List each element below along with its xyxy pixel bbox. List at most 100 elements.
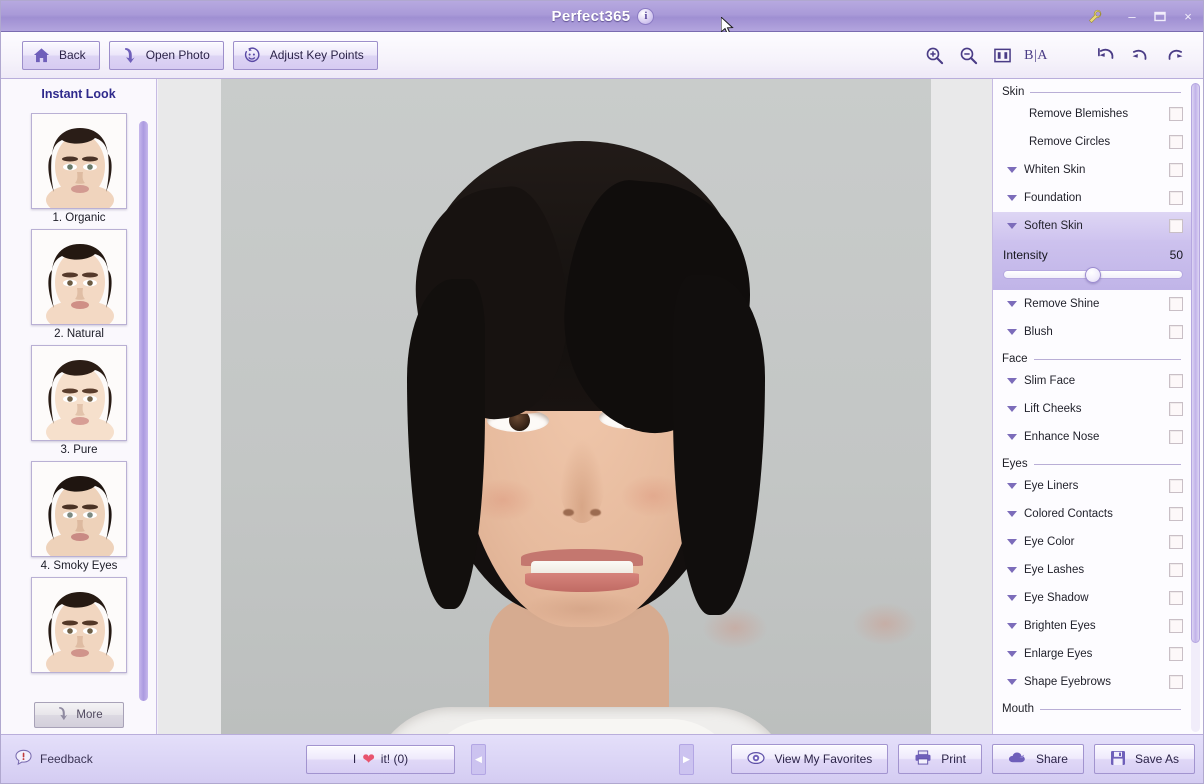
- main-toolbar: Back Open Photo Adjust Key Points B|A: [1, 32, 1203, 79]
- effect-checkbox[interactable]: [1169, 535, 1183, 549]
- effect-row[interactable]: Remove Circles: [993, 128, 1193, 156]
- instant-look-item[interactable]: 4. Smoky Eyes: [10, 461, 148, 572]
- effect-row[interactable]: Slim Face: [993, 367, 1193, 395]
- before-after-icon[interactable]: B|A: [1019, 41, 1053, 71]
- effect-checkbox[interactable]: [1169, 163, 1183, 177]
- feedback-button[interactable]: Feedback: [15, 749, 93, 769]
- effect-checkbox[interactable]: [1169, 107, 1183, 121]
- instant-look-item[interactable]: [10, 577, 148, 673]
- effect-row[interactable]: Lift Cheeks: [993, 395, 1193, 423]
- effect-checkbox[interactable]: [1169, 647, 1183, 661]
- instant-look-thumbnail[interactable]: [31, 461, 127, 557]
- undo-icon[interactable]: [1123, 41, 1157, 71]
- effect-checkbox[interactable]: [1169, 297, 1183, 311]
- effect-row[interactable]: Colored Contacts: [993, 500, 1193, 528]
- expand-triangle-icon[interactable]: [1007, 595, 1017, 601]
- expand-triangle-icon[interactable]: [1007, 301, 1017, 307]
- sidebar-scrollbar[interactable]: [139, 121, 148, 701]
- collapse-left-icon[interactable]: ◀: [471, 743, 486, 775]
- expand-triangle-icon[interactable]: [1007, 406, 1017, 412]
- view-my-favorites-button[interactable]: View My Favorites: [731, 744, 889, 774]
- adjust-key-points-button[interactable]: Adjust Key Points: [232, 40, 378, 70]
- instant-look-list[interactable]: 1. Organic 2. Natural 3. Pure 4. Smoky Eyes: [1, 113, 156, 701]
- effect-row[interactable]: Shape Eyebrows: [993, 668, 1193, 696]
- reset-icon[interactable]: [1089, 41, 1123, 71]
- effect-checkbox[interactable]: [1169, 507, 1183, 521]
- effect-row[interactable]: Remove Blemishes: [993, 100, 1193, 128]
- collapse-right-icon[interactable]: ▶: [679, 743, 694, 775]
- effect-checkbox[interactable]: [1169, 325, 1183, 339]
- maximize-button[interactable]: [1147, 6, 1173, 28]
- instant-look-thumbnail[interactable]: [31, 229, 127, 325]
- effect-row[interactable]: Eye Lashes: [993, 556, 1193, 584]
- effect-checkbox[interactable]: [1169, 479, 1183, 493]
- effect-checkbox[interactable]: [1169, 135, 1183, 149]
- instant-look-thumbnail[interactable]: [31, 113, 127, 209]
- sidebar-scrollbar-thumb[interactable]: [139, 121, 148, 701]
- effect-checkbox[interactable]: [1169, 191, 1183, 205]
- edited-photo[interactable]: [221, 79, 931, 736]
- expand-triangle-icon[interactable]: [1007, 679, 1017, 685]
- effect-checkbox[interactable]: [1169, 402, 1183, 416]
- print-button[interactable]: Print: [898, 744, 982, 774]
- expand-triangle-icon[interactable]: [1007, 223, 1017, 229]
- effect-row[interactable]: Remove Shine: [993, 290, 1193, 318]
- save-as-button[interactable]: Save As: [1093, 744, 1195, 774]
- effect-row[interactable]: Enhance Nose: [993, 423, 1193, 451]
- effect-row[interactable]: Enlarge Eyes: [993, 640, 1193, 668]
- close-button[interactable]: ×: [1175, 6, 1201, 28]
- before-after-label: B|A: [1024, 47, 1048, 63]
- redo-icon[interactable]: [1157, 41, 1191, 71]
- minimize-button[interactable]: –: [1119, 6, 1145, 28]
- instant-look-item[interactable]: 3. Pure: [10, 345, 148, 456]
- expand-triangle-icon[interactable]: [1007, 195, 1017, 201]
- effect-label: Enlarge Eyes: [1024, 648, 1093, 660]
- panel-scrollbar[interactable]: [1191, 83, 1200, 732]
- effect-checkbox[interactable]: [1169, 430, 1183, 444]
- expand-triangle-icon[interactable]: [1007, 167, 1017, 173]
- panel-scrollbar-thumb[interactable]: [1191, 83, 1200, 643]
- effect-checkbox[interactable]: [1169, 591, 1183, 605]
- expand-triangle-icon[interactable]: [1007, 434, 1017, 440]
- expand-triangle-icon[interactable]: [1007, 511, 1017, 517]
- wrench-icon[interactable]: [1082, 6, 1108, 28]
- effect-row[interactable]: Soften Skin: [993, 212, 1193, 240]
- expand-triangle-icon[interactable]: [1007, 567, 1017, 573]
- info-icon[interactable]: i: [637, 7, 655, 25]
- back-button[interactable]: Back: [22, 40, 100, 70]
- title-bar: Perfect365 i – ×: [1, 1, 1203, 36]
- more-looks-button[interactable]: More: [34, 702, 124, 728]
- instant-look-thumbnail[interactable]: [31, 577, 127, 673]
- expand-triangle-icon[interactable]: [1007, 539, 1017, 545]
- expand-triangle-icon[interactable]: [1007, 329, 1017, 335]
- expand-triangle-icon[interactable]: [1007, 483, 1017, 489]
- effect-row[interactable]: Eye Shadow: [993, 584, 1193, 612]
- effect-row[interactable]: Whiten Skin: [993, 156, 1193, 184]
- effect-checkbox[interactable]: [1169, 219, 1183, 233]
- photo-canvas[interactable]: [158, 79, 994, 736]
- effect-row[interactable]: Eye Liners: [993, 472, 1193, 500]
- expand-triangle-icon[interactable]: [1007, 623, 1017, 629]
- effect-row[interactable]: Foundation: [993, 184, 1193, 212]
- effect-checkbox[interactable]: [1169, 563, 1183, 577]
- share-button[interactable]: Share: [991, 744, 1084, 774]
- expand-triangle-icon[interactable]: [1007, 651, 1017, 657]
- intensity-slider-track[interactable]: [1003, 267, 1183, 283]
- effect-checkbox[interactable]: [1169, 675, 1183, 689]
- effect-checkbox[interactable]: [1169, 619, 1183, 633]
- instant-look-thumbnail[interactable]: [31, 345, 127, 441]
- i-love-it-button[interactable]: I ❤ it! (0): [306, 744, 455, 774]
- zoom-out-icon[interactable]: [951, 41, 985, 71]
- instant-look-item[interactable]: 2. Natural: [10, 229, 148, 340]
- effect-row[interactable]: Blush: [993, 318, 1193, 346]
- expand-triangle-icon[interactable]: [1007, 378, 1017, 384]
- intensity-slider-knob[interactable]: [1085, 267, 1101, 283]
- fit-to-window-icon[interactable]: [985, 41, 1019, 71]
- effect-label: Remove Circles: [1029, 136, 1111, 148]
- effect-checkbox[interactable]: [1169, 374, 1183, 388]
- effect-row[interactable]: Eye Color: [993, 528, 1193, 556]
- instant-look-item[interactable]: 1. Organic: [10, 113, 148, 224]
- effect-row[interactable]: Brighten Eyes: [993, 612, 1193, 640]
- zoom-in-icon[interactable]: [917, 41, 951, 71]
- open-photo-button[interactable]: Open Photo: [108, 40, 224, 70]
